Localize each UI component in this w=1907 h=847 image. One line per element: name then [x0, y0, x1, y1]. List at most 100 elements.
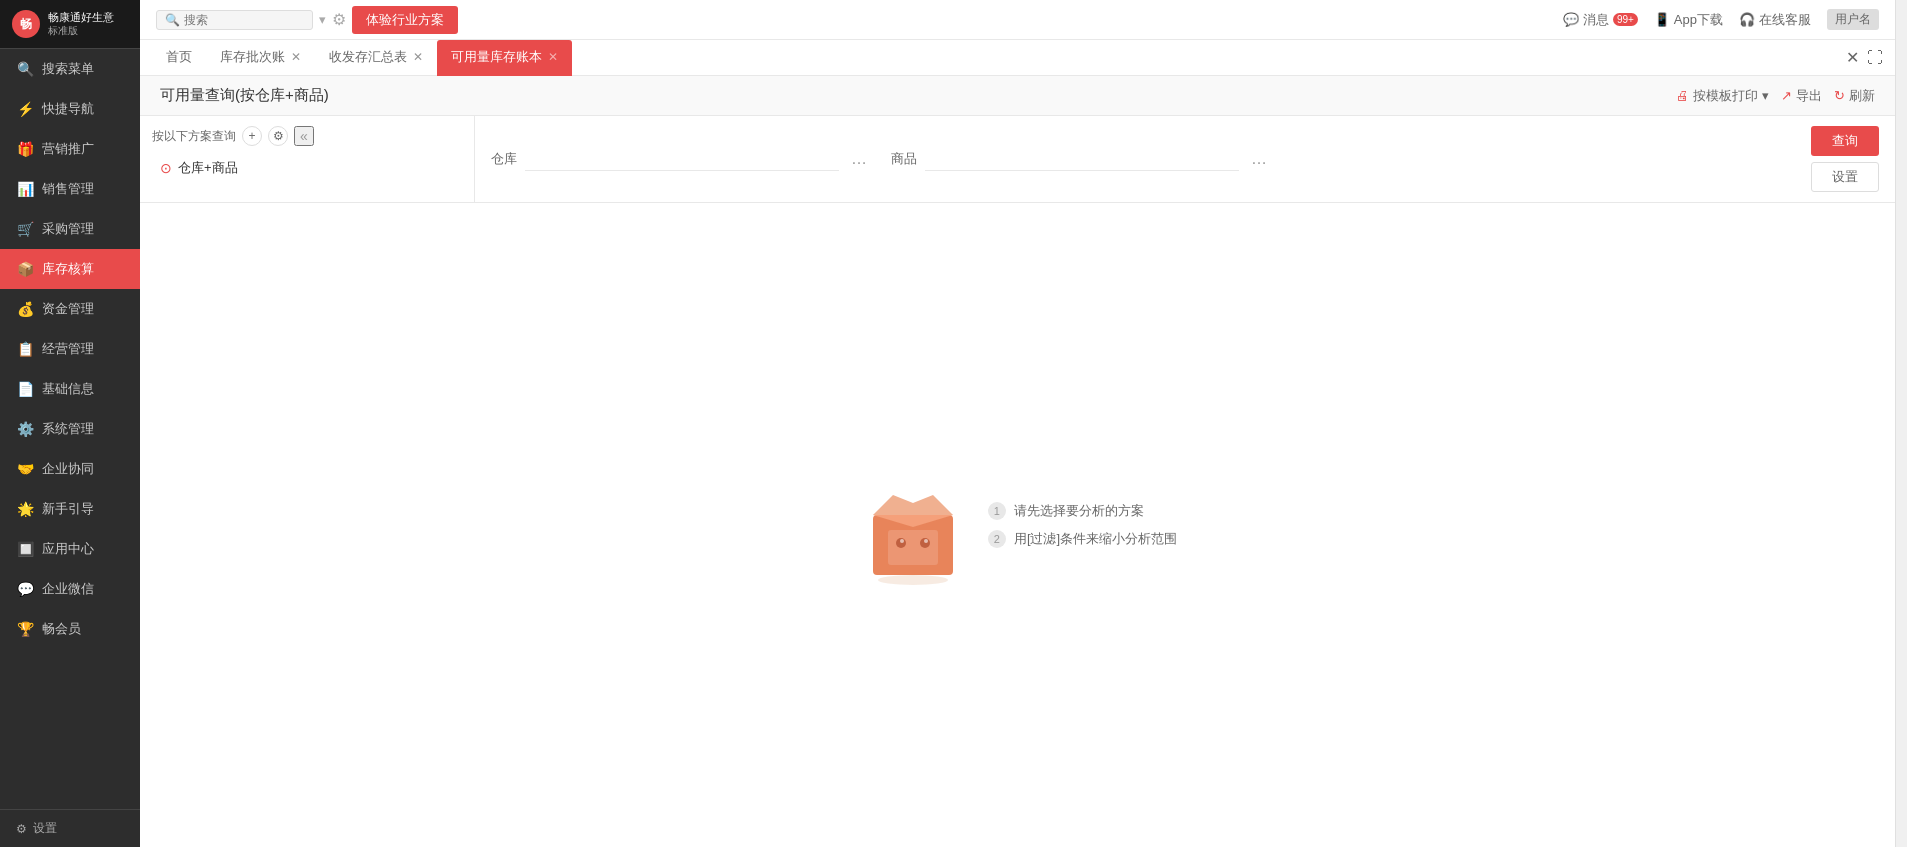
sidebar-item-wechat[interactable]: 💬 企业微信	[0, 569, 140, 609]
message-button[interactable]: 💬 消息 99+	[1563, 11, 1638, 29]
online-service-button[interactable]: 🎧 在线客服	[1739, 11, 1811, 29]
sidebar-item-label: 基础信息	[42, 380, 94, 398]
service-label: 在线客服	[1759, 11, 1811, 29]
warehouse-input[interactable]	[525, 147, 839, 171]
sidebar-header: 畅 畅康通好生意 标准版	[0, 0, 140, 49]
sidebar-item-enterprise[interactable]: 🤝 企业协同	[0, 449, 140, 489]
tab-close-icon[interactable]: ✕	[413, 50, 423, 64]
export-label: 导出	[1796, 87, 1822, 105]
sidebar-item-membership[interactable]: 🏆 畅会员	[0, 609, 140, 649]
product-field: 商品 …	[891, 147, 1271, 171]
sidebar-item-marketing[interactable]: 🎁 营销推广	[0, 129, 140, 169]
empty-state: 1 请先选择要分析的方案 2 用[过滤]条件来缩小分析范围	[140, 203, 1895, 847]
query-actions: 查询 设置	[1795, 116, 1895, 202]
empty-illustration	[858, 475, 958, 575]
product-field-label: 商品	[891, 150, 917, 168]
printer-icon: 🖨	[1676, 88, 1689, 103]
phone-icon: 📱	[1654, 12, 1670, 27]
sidebar-item-base-info[interactable]: 📄 基础信息	[0, 369, 140, 409]
main-area: 🔍 ▾ ⚙ 体验行业方案 💬 消息 99+ 📱 App下载 🎧 在线客服 用户	[140, 0, 1895, 847]
sidebar-footer-settings[interactable]: ⚙ 设置	[0, 809, 140, 847]
sidebar-item-newbie[interactable]: 🌟 新手引导	[0, 489, 140, 529]
tab-close-icon[interactable]: ✕	[291, 50, 301, 64]
sidebar-item-purchase[interactable]: 🛒 采购管理	[0, 209, 140, 249]
tab-close-all-button[interactable]: ✕	[1846, 48, 1859, 67]
tab-close-icon[interactable]: ✕	[548, 50, 558, 64]
query-area: 按以下方案查询 + ⚙ « ⊙ 仓库+商品 仓库 … 商品 … 查	[140, 116, 1895, 203]
sidebar-item-label: 新手引导	[42, 500, 94, 518]
sidebar-item-search[interactable]: 🔍 搜索菜单	[0, 49, 140, 89]
empty-hint-2: 2 用[过滤]条件来缩小分析范围	[988, 530, 1177, 548]
scheme-item-warehouse-product[interactable]: ⊙ 仓库+商品	[152, 154, 462, 182]
warehouse-more-icon[interactable]: …	[847, 151, 871, 167]
tab-maximize-button[interactable]: ⛶	[1867, 49, 1883, 67]
product-input[interactable]	[925, 147, 1239, 171]
app-download-button[interactable]: 📱 App下载	[1654, 11, 1723, 29]
tab-batch-ledger[interactable]: 库存批次账 ✕	[206, 40, 315, 76]
query-button[interactable]: 查询	[1811, 126, 1879, 156]
dropdown-icon[interactable]: ▾	[1762, 88, 1769, 103]
top-bar-right: 💬 消息 99+ 📱 App下载 🎧 在线客服 用户名	[1563, 9, 1879, 30]
tabs-bar: 首页 库存批次账 ✕ 收发存汇总表 ✕ 可用量库存账本 ✕ ✕ ⛶	[140, 40, 1895, 76]
lightning-icon: ⚡	[16, 100, 34, 118]
user-avatar[interactable]: 用户名	[1827, 9, 1879, 30]
sidebar-item-label: 企业协同	[42, 460, 94, 478]
user-name: 用户名	[1835, 12, 1871, 26]
box-face-bg	[888, 530, 938, 565]
left-eye-shine	[900, 539, 904, 543]
sidebar-item-system[interactable]: ⚙️ 系统管理	[0, 409, 140, 449]
settings-icon[interactable]: ⚙	[332, 10, 346, 29]
sidebar-item-finance[interactable]: 💰 资金管理	[0, 289, 140, 329]
warehouse-field: 仓库 …	[491, 147, 871, 171]
dropdown-arrow-icon[interactable]: ▾	[319, 12, 326, 27]
sidebar-item-label: 销售管理	[42, 180, 94, 198]
sidebar-item-inventory[interactable]: 📦 库存核算	[0, 249, 140, 289]
sidebar-item-label: 资金管理	[42, 300, 94, 318]
sidebar-item-shortcut[interactable]: ⚡ 快捷导航	[0, 89, 140, 129]
tab-batch-ledger-label: 库存批次账	[220, 48, 285, 66]
tab-home[interactable]: 首页	[152, 40, 206, 76]
sidebar-edition: 标准版	[48, 24, 114, 38]
setting-button[interactable]: 设置	[1811, 162, 1879, 192]
sidebar-item-label: 畅会员	[42, 620, 81, 638]
industry-solution-button[interactable]: 体验行业方案	[352, 6, 458, 34]
collapse-scheme-button[interactable]: «	[294, 126, 314, 146]
empty-hints: 1 请先选择要分析的方案 2 用[过滤]条件来缩小分析范围	[988, 502, 1177, 548]
sidebar-item-sales[interactable]: 📊 销售管理	[0, 169, 140, 209]
message-badge: 99+	[1613, 13, 1638, 26]
hint-num-1: 1	[988, 502, 1006, 520]
sidebar-item-label: 搜索菜单	[42, 60, 94, 78]
sidebar-item-label: 经营管理	[42, 340, 94, 358]
settings-scheme-button[interactable]: ⚙	[268, 126, 288, 146]
empty-svg	[858, 475, 968, 585]
add-scheme-button[interactable]: +	[242, 126, 262, 146]
sidebar-item-label: 快捷导航	[42, 100, 94, 118]
hint-text-1: 请先选择要分析的方案	[1014, 502, 1144, 520]
product-more-icon[interactable]: …	[1247, 151, 1271, 167]
refresh-label: 刷新	[1849, 87, 1875, 105]
warehouse-field-label: 仓库	[491, 150, 517, 168]
sidebar-item-label: 应用中心	[42, 540, 94, 558]
export-icon: ↗	[1781, 88, 1792, 103]
export-button[interactable]: ↗ 导出	[1781, 87, 1822, 105]
tab-delivery-summary[interactable]: 收发存汇总表 ✕	[315, 40, 437, 76]
hint-num-2: 2	[988, 530, 1006, 548]
tab-actions: ✕ ⛶	[1846, 48, 1883, 67]
search-icon: 🔍	[165, 13, 180, 27]
refresh-button[interactable]: ↻ 刷新	[1834, 87, 1875, 105]
trophy-icon: 🏆	[16, 620, 34, 638]
right-scrollbar[interactable]	[1895, 0, 1907, 847]
sidebar-item-label: 系统管理	[42, 420, 94, 438]
sidebar-item-label: 采购管理	[42, 220, 94, 238]
gift-icon: 🎁	[16, 140, 34, 158]
tab-available-ledger[interactable]: 可用量库存账本 ✕	[437, 40, 572, 76]
top-bar: 🔍 ▾ ⚙ 体验行业方案 💬 消息 99+ 📱 App下载 🎧 在线客服 用户	[140, 0, 1895, 40]
right-eye-shine	[924, 539, 928, 543]
tab-delivery-summary-label: 收发存汇总表	[329, 48, 407, 66]
search-input[interactable]	[184, 13, 304, 27]
sidebar-item-app-center[interactable]: 🔲 应用中心	[0, 529, 140, 569]
sidebar-item-operations[interactable]: 📋 经营管理	[0, 329, 140, 369]
box-flap-left	[873, 495, 913, 515]
chat-icon: 💬	[16, 580, 34, 598]
print-button[interactable]: 🖨 按模板打印 ▾	[1676, 87, 1769, 105]
